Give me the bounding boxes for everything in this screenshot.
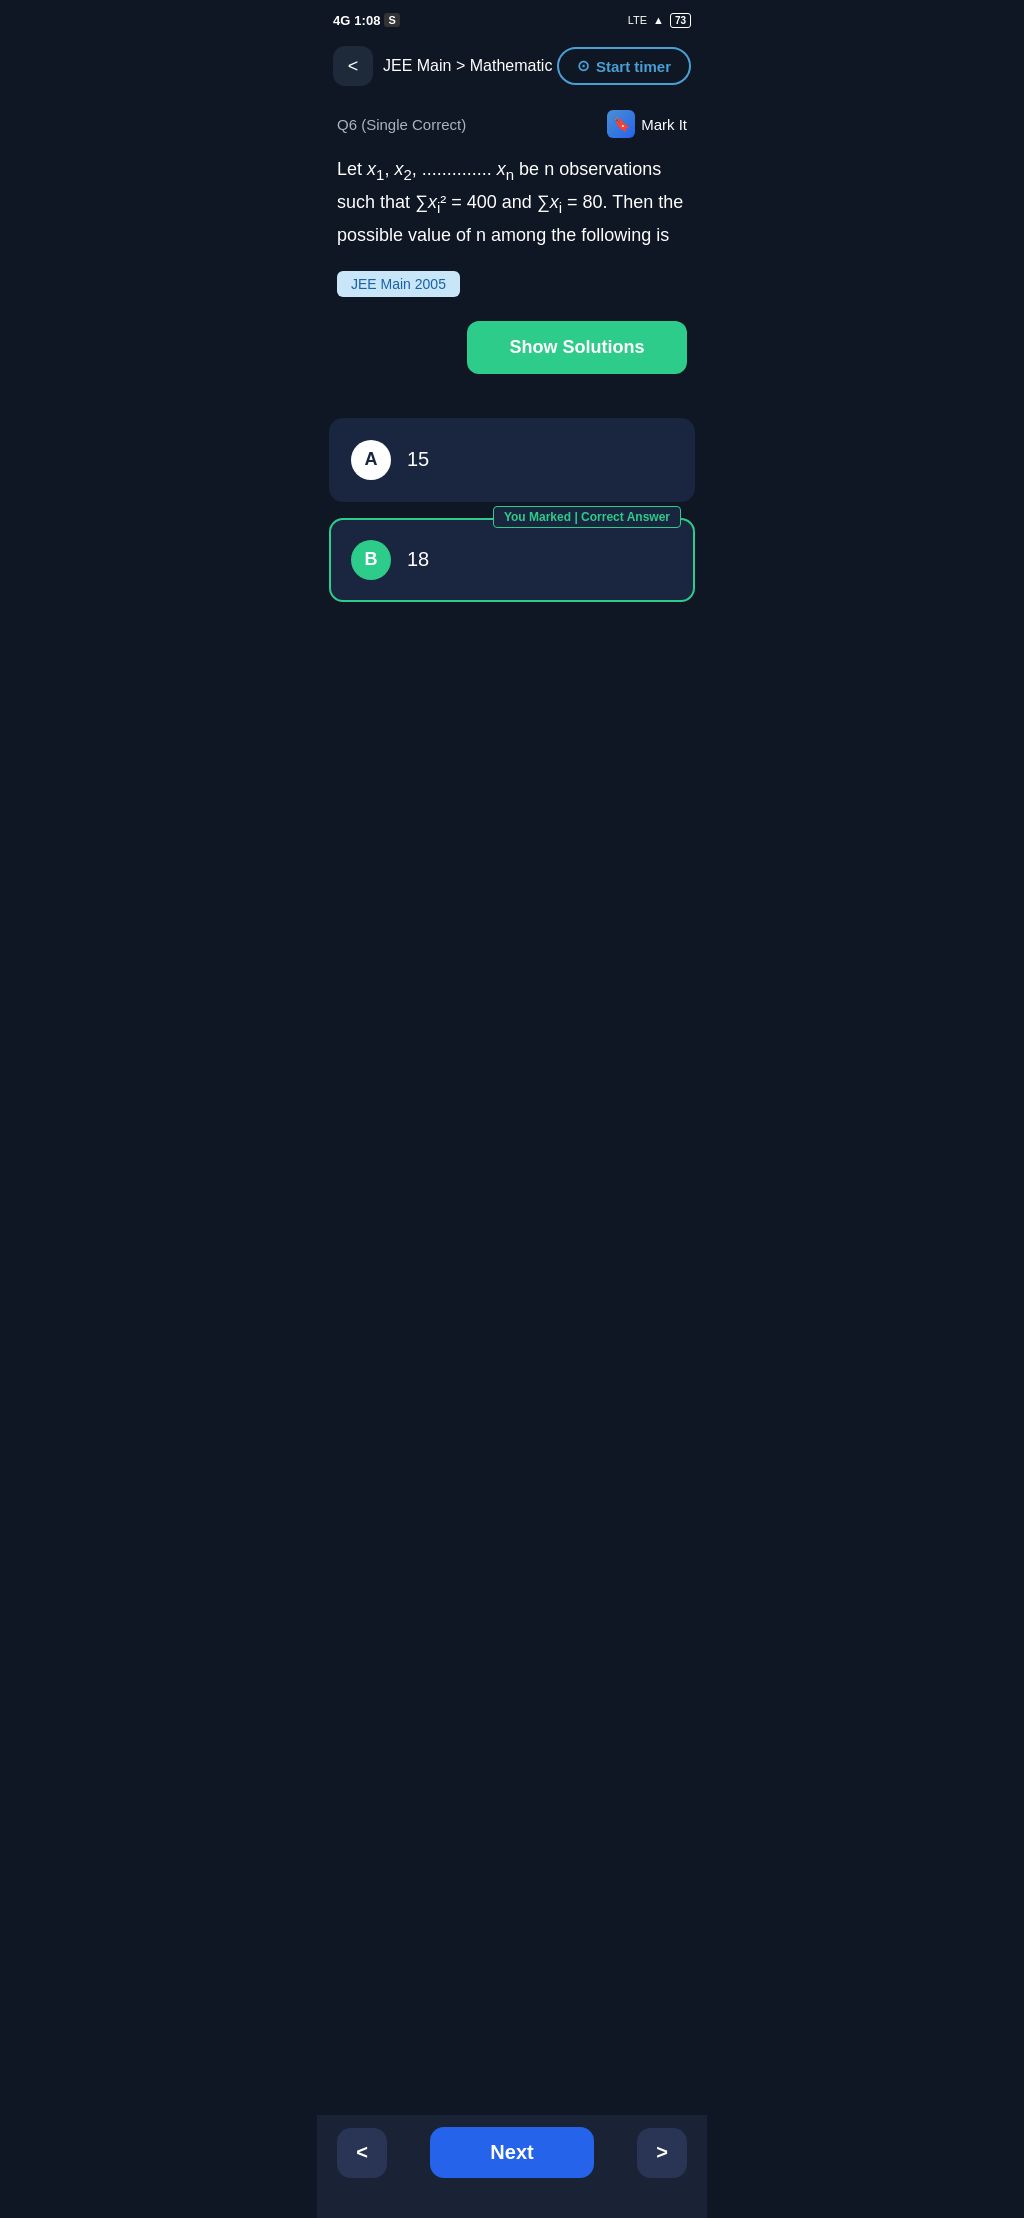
s-badge: S xyxy=(384,13,399,27)
option-a-label: A xyxy=(365,449,378,470)
correct-answer-label: You Marked | Correct Answer xyxy=(493,506,681,528)
option-b-value: 18 xyxy=(407,548,429,571)
question-text: Let x1, x2, .............. xn be n obser… xyxy=(337,154,687,251)
battery-indicator: 73 xyxy=(670,13,691,28)
timer-label: Start timer xyxy=(596,58,671,75)
back-icon: < xyxy=(348,56,359,77)
question-tag: JEE Main 2005 xyxy=(337,271,460,297)
question-label: Q6 (Single Correct) xyxy=(337,116,466,133)
option-a-card[interactable]: A 15 xyxy=(329,418,695,502)
mark-it-button[interactable]: 🔖 Mark It xyxy=(607,110,687,138)
header-left: < JEE Main > Mathematic xyxy=(333,46,552,86)
status-bar: 4G 1:08 S LTE ▲ 73 xyxy=(317,0,707,36)
signal-icon: 4G xyxy=(333,13,350,28)
lte-label: LTE xyxy=(628,14,647,26)
header: < JEE Main > Mathematic ⊙ Start timer xyxy=(317,36,707,102)
option-a-value: 15 xyxy=(407,448,429,471)
timer-icon: ⊙ xyxy=(577,57,590,75)
bookmark-icon: 🔖 xyxy=(607,110,635,138)
question-area: Q6 (Single Correct) 🔖 Mark It Let x1, x2… xyxy=(317,102,707,418)
time-display: 1:08 xyxy=(354,13,380,28)
show-solutions-container: Show Solutions xyxy=(337,321,687,374)
options-area: A 15 You Marked | Correct Answer B 18 xyxy=(317,418,707,602)
option-b-card[interactable]: You Marked | Correct Answer B 18 xyxy=(329,518,695,602)
mark-it-label: Mark It xyxy=(641,116,687,133)
status-right: LTE ▲ 73 xyxy=(628,13,691,28)
wifi-icon: ▲ xyxy=(653,14,664,26)
show-solutions-button[interactable]: Show Solutions xyxy=(467,321,687,374)
back-button[interactable]: < xyxy=(333,46,373,86)
option-b-label: B xyxy=(365,549,378,570)
status-left: 4G 1:08 S xyxy=(333,13,400,28)
question-meta: Q6 (Single Correct) 🔖 Mark It xyxy=(337,110,687,138)
option-b-badge: B xyxy=(351,540,391,580)
header-title: JEE Main > Mathematic xyxy=(383,57,552,75)
start-timer-button[interactable]: ⊙ Start timer xyxy=(557,47,691,85)
option-a-badge: A xyxy=(351,440,391,480)
